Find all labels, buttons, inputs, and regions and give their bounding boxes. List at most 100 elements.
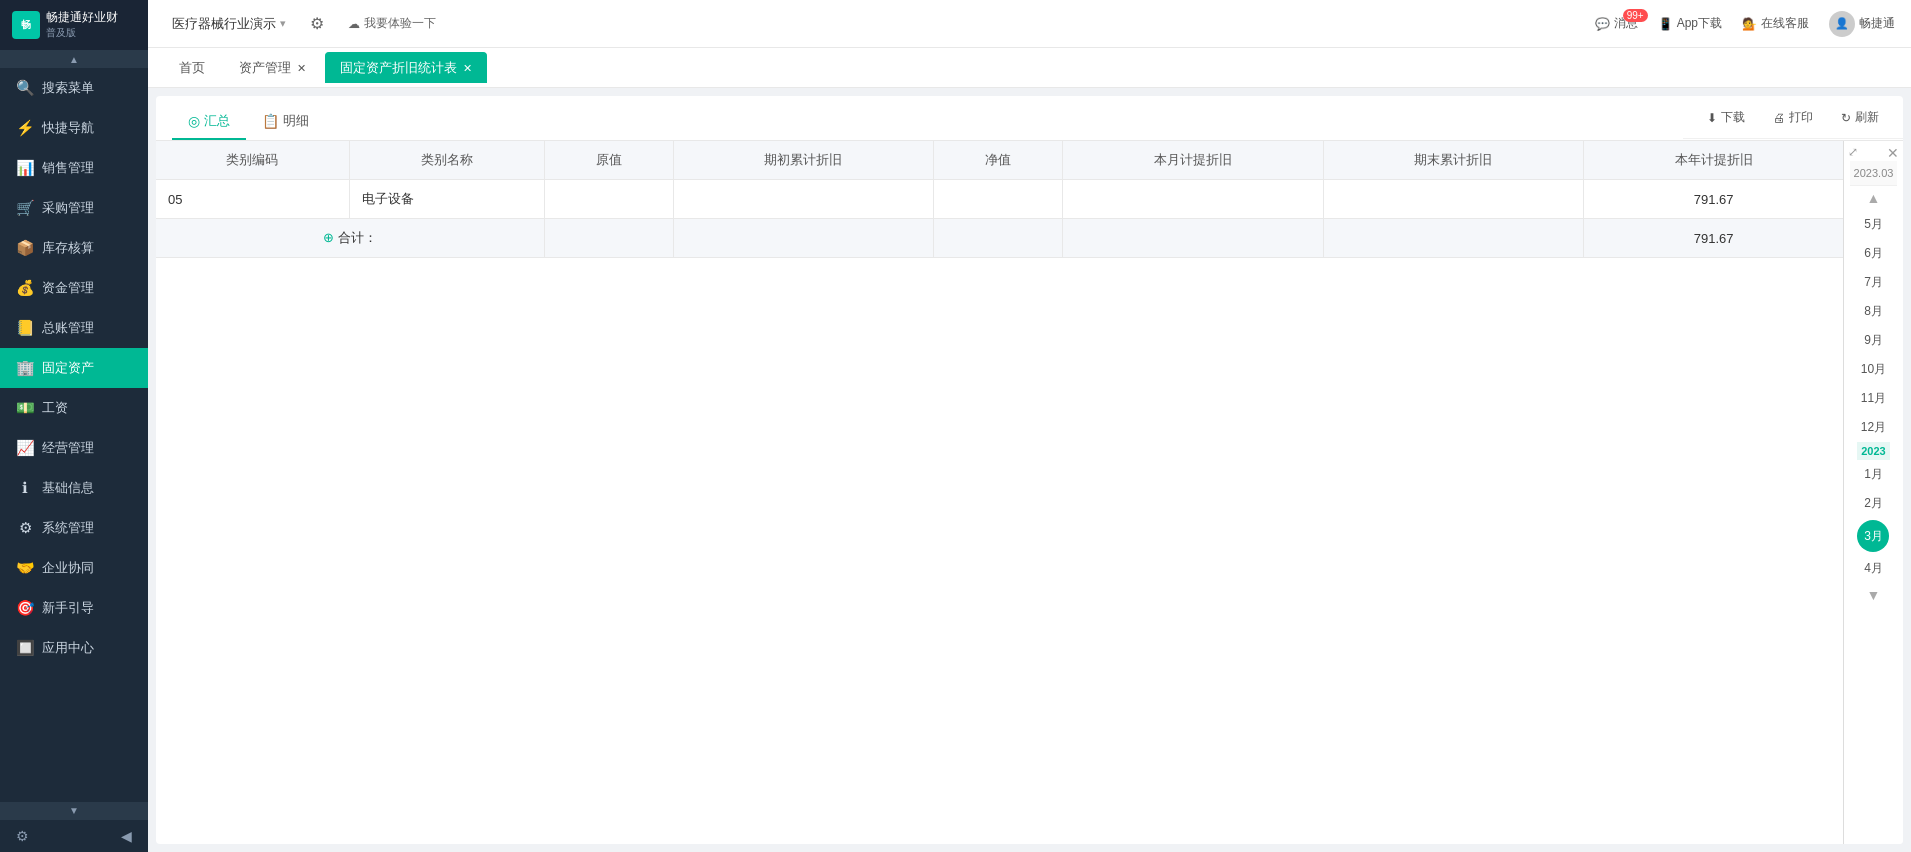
tab-home[interactable]: 首页 (164, 52, 220, 83)
table-cell (544, 180, 673, 219)
online-service-action[interactable]: 💁 在线客服 (1742, 15, 1809, 32)
print-icon: 🖨 (1773, 111, 1785, 125)
sidebar-item-search[interactable]: 🔍 搜索菜单 (0, 68, 148, 108)
download-button[interactable]: ⬇ 下载 (1699, 105, 1753, 130)
purchase-icon: 🛒 (16, 199, 34, 217)
sidebar-item-purchase[interactable]: 🛒 采购管理 (0, 188, 148, 228)
total-cell (1063, 219, 1324, 258)
date-month-item[interactable]: 5月 (1857, 210, 1890, 239)
refresh-button[interactable]: ↻ 刷新 (1833, 105, 1887, 130)
table-cell (1323, 180, 1584, 219)
sidebar-item-basic-info[interactable]: ℹ 基础信息 (0, 468, 148, 508)
depreciation-table: 类别编码类别名称原值期初累计折旧净值本月计提折旧期末累计折旧本年计提折旧 05电… (156, 141, 1843, 258)
col-header: 本月计提折旧 (1063, 141, 1324, 180)
date-month-item[interactable]: 9月 (1857, 326, 1890, 355)
print-button[interactable]: 🖨 打印 (1765, 105, 1821, 130)
settings-icon[interactable]: ⚙ (16, 828, 29, 844)
app-download-action[interactable]: 📱 App下载 (1658, 15, 1722, 32)
chevron-down-icon: ▾ (280, 17, 286, 30)
tab-bar: 首页 资产管理✕ 固定资产折旧统计表 ✕ (148, 48, 1911, 88)
table-cell (1063, 180, 1324, 219)
sub-tab-label-detail: 明细 (283, 112, 309, 130)
enterprise-icon: 🤝 (16, 559, 34, 577)
date-nav-up[interactable]: ▲ (1863, 186, 1885, 210)
date-panel-items: 5月6月7月8月9月10月11月12月20231月2月3月4月▼ (1857, 210, 1890, 607)
message-badge: 99+ (1623, 9, 1648, 22)
sidebar-item-guide[interactable]: 🎯 新手引导 (0, 588, 148, 628)
total-cell (1323, 219, 1584, 258)
sub-tab-label-summary: 汇总 (204, 112, 230, 130)
content-body: 类别编码类别名称原值期初累计折旧净值本月计提折旧期末累计折旧本年计提折旧 05电… (156, 141, 1903, 844)
date-nav-down[interactable]: ▼ (1857, 583, 1890, 607)
sidebar-item-salary[interactable]: 💵 工资 (0, 388, 148, 428)
table-wrap: 类别编码类别名称原值期初累计折旧净值本月计提折旧期末累计折旧本年计提折旧 05电… (156, 141, 1843, 844)
basic-info-icon: ℹ (16, 479, 34, 497)
date-month-item[interactable]: 6月 (1857, 239, 1890, 268)
total-cell (673, 219, 934, 258)
sidebar-item-sales[interactable]: 📊 销售管理 (0, 148, 148, 188)
header-settings-icon[interactable]: ⚙ (306, 10, 328, 37)
finance-icon: 💰 (16, 279, 34, 297)
sidebar-scroll-down[interactable]: ▼ (0, 802, 148, 819)
date-panel-header: 2023.03 (1850, 161, 1898, 186)
tab-close-asset-mgmt[interactable]: ✕ (297, 62, 306, 75)
sidebar: 畅 畅捷通好业财 普及版 ▲ 🔍 搜索菜单⚡ 快捷导航📊 销售管理🛒 采购管理📦… (0, 0, 148, 852)
collapse-icon[interactable]: ◀ (121, 828, 132, 844)
sub-tab-detail[interactable]: 📋 明细 (246, 104, 325, 140)
table-cell: 05 (156, 180, 349, 219)
message-action[interactable]: 💬 消息 99+ (1595, 15, 1638, 32)
date-month-item[interactable]: 2月 (1857, 489, 1890, 518)
logo-text-block: 畅捷通好业财 普及版 (46, 10, 118, 40)
message-icon: 💬 (1595, 17, 1610, 31)
date-month-item[interactable]: 12月 (1857, 413, 1890, 442)
sidebar-scroll-up[interactable]: ▲ (0, 51, 148, 68)
table-row[interactable]: 05电子设备791.67 (156, 180, 1843, 219)
sidebar-item-finance[interactable]: 💰 资金管理 (0, 268, 148, 308)
date-month-item[interactable]: 3月 (1857, 520, 1889, 552)
sidebar-item-label: 经营管理 (42, 439, 94, 457)
total-icon: ⊕ (323, 230, 334, 245)
panel-close-icon[interactable]: ✕ (1887, 145, 1899, 161)
download-icon: ⬇ (1707, 111, 1717, 125)
online-service-label: 在线客服 (1761, 15, 1809, 32)
sidebar-item-operations[interactable]: 📈 经营管理 (0, 428, 148, 468)
sidebar-item-sys-mgmt[interactable]: ⚙ 系统管理 (0, 508, 148, 548)
date-month-item[interactable]: 11月 (1857, 384, 1890, 413)
date-month-item[interactable]: 7月 (1857, 268, 1890, 297)
date-month-item[interactable]: 10月 (1857, 355, 1890, 384)
date-month-item[interactable]: 8月 (1857, 297, 1890, 326)
content-area: ◎ 汇总📋 明细 ⬇ 下载 🖨 打印 ↻ 刷新 (156, 96, 1903, 844)
sub-tab-summary[interactable]: ◎ 汇总 (172, 104, 246, 140)
sidebar-item-ledger[interactable]: 📒 总账管理 (0, 308, 148, 348)
experience-label: 我要体验一下 (364, 15, 436, 32)
experience-button[interactable]: ☁ 我要体验一下 (340, 11, 444, 36)
total-cell: 791.67 (1584, 219, 1843, 258)
sidebar-item-label: 库存核算 (42, 239, 94, 257)
sidebar-item-quick-nav[interactable]: ⚡ 快捷导航 (0, 108, 148, 148)
sidebar-item-fixed-assets[interactable]: 🏢 固定资产 (0, 348, 148, 388)
date-month-item[interactable]: 4月 (1857, 554, 1890, 583)
tab-depreciation-report[interactable]: 固定资产折旧统计表 ✕ (325, 52, 487, 83)
user-action[interactable]: 👤 畅捷通 (1829, 11, 1895, 37)
company-selector[interactable]: 医疗器械行业演示 ▾ (164, 11, 294, 37)
date-month-item[interactable]: 1月 (1857, 460, 1890, 489)
top-header: 医疗器械行业演示 ▾ ⚙ ☁ 我要体验一下 💬 消息 99+ 📱 App下载 💁… (148, 0, 1911, 48)
sidebar-item-inventory[interactable]: 📦 库存核算 (0, 228, 148, 268)
sidebar-item-app-center[interactable]: 🔲 应用中心 (0, 628, 148, 668)
panel-expand-icon[interactable]: ⤢ (1848, 145, 1858, 161)
date-panel: ⤢ ✕ 2023.03 ▲ 5月6月7月8月9月10月11月12月20231月2… (1843, 141, 1903, 844)
app-download-icon: 📱 (1658, 17, 1673, 31)
tab-label-depreciation-report: 固定资产折旧统计表 (340, 59, 457, 77)
total-row: ⊕合计：791.67 (156, 219, 1843, 258)
sidebar-item-label: 新手引导 (42, 599, 94, 617)
logo-name: 畅捷通好业财 (46, 10, 118, 26)
tab-label-home: 首页 (179, 59, 205, 77)
table-cell (934, 180, 1063, 219)
sub-tab-icon-detail: 📋 (262, 113, 279, 129)
sidebar-item-enterprise[interactable]: 🤝 企业协同 (0, 548, 148, 588)
tab-asset-mgmt[interactable]: 资产管理✕ (224, 52, 321, 83)
table-body: 05电子设备791.67⊕合计：791.67 (156, 180, 1843, 258)
header-right: 💬 消息 99+ 📱 App下载 💁 在线客服 👤 畅捷通 (1595, 11, 1895, 37)
tab-close-depreciation-report[interactable]: ✕ (463, 62, 472, 75)
main-area: 医疗器械行业演示 ▾ ⚙ ☁ 我要体验一下 💬 消息 99+ 📱 App下载 💁… (148, 0, 1911, 852)
